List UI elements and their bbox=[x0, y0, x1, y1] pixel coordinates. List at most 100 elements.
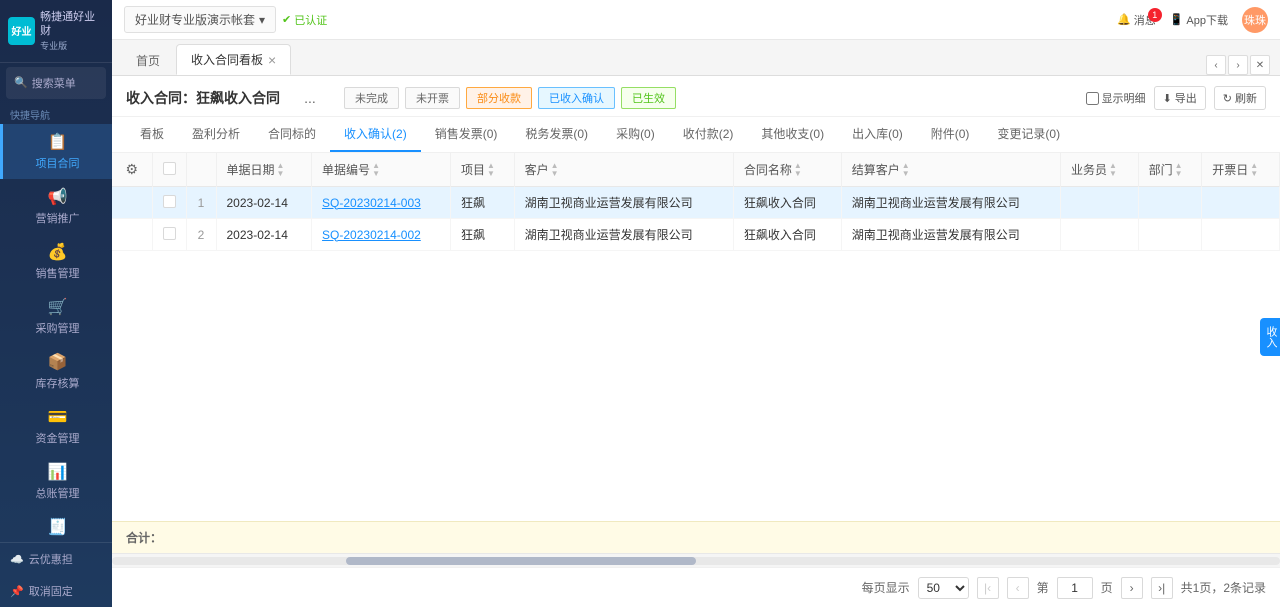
refresh-button[interactable]: ↻ 刷新 bbox=[1214, 86, 1266, 110]
col-row-num bbox=[186, 153, 216, 187]
sidebar-bottom: ☁️云优惠担📌取消固定 bbox=[0, 542, 112, 607]
check-icon: ✔ bbox=[282, 13, 291, 26]
user-avatar-button[interactable]: 珠珠 bbox=[1242, 7, 1268, 33]
page-label-post: 页 bbox=[1101, 579, 1113, 596]
sub-tab-5[interactable]: 税务发票(0) bbox=[511, 117, 602, 152]
status-tag-4[interactable]: 已生效 bbox=[621, 87, 676, 109]
sidebar-label-1: 营销推广 bbox=[36, 210, 80, 226]
tabbar: 首页 收入合同看板 × ‹ › ✕ bbox=[112, 40, 1280, 76]
row-settle-1: 湖南卫视商业运营发展有限公司 bbox=[841, 219, 1060, 251]
show-detail-checkbox[interactable] bbox=[1086, 92, 1099, 105]
status-tag-2[interactable]: 部分收款 bbox=[466, 87, 532, 109]
page-input[interactable] bbox=[1057, 577, 1093, 599]
pagination: 每页显示 50 100 |‹ ‹ 第 页 › ›| 共1页，2条记录 bbox=[112, 567, 1280, 607]
message-badge: 1 bbox=[1148, 8, 1162, 22]
page-header: 收入合同：狂飙收入合同 ... 未完成未开票部分收款已收入确认已生效 显示明细 … bbox=[112, 76, 1280, 117]
sidebar-item-5[interactable]: 💳资金管理 bbox=[0, 399, 112, 454]
page-header-right: 显示明细 ⬇ 导出 ↻ 刷新 bbox=[1086, 86, 1266, 110]
sub-tab-1[interactable]: 盈利分析 bbox=[178, 117, 254, 152]
sub-tab-8[interactable]: 其他收支(0) bbox=[747, 117, 838, 152]
sub-tab-4[interactable]: 销售发票(0) bbox=[421, 117, 512, 152]
tab-home-label: 首页 bbox=[136, 52, 160, 69]
row-gear-cell bbox=[112, 187, 152, 219]
side-float-button[interactable]: 收入 bbox=[1260, 318, 1280, 356]
page-prev-button[interactable]: ‹ bbox=[1007, 577, 1029, 599]
page-title-row: 收入合同：狂飙收入合同 ... 未完成未开票部分收款已收入确认已生效 显示明细 … bbox=[126, 86, 1266, 110]
sidebar-label-6: 总账管理 bbox=[36, 485, 80, 501]
row-customer-1: 湖南卫视商业运营发展有限公司 bbox=[514, 219, 733, 251]
tab-close-icon[interactable]: × bbox=[268, 53, 276, 67]
row-num-0: 1 bbox=[186, 187, 216, 219]
sub-tab-2[interactable]: 合同标的 bbox=[254, 117, 330, 152]
row-settle-0: 湖南卫视商业运营发展有限公司 bbox=[841, 187, 1060, 219]
tab-next-button[interactable]: › bbox=[1228, 55, 1248, 75]
sub-tab-11[interactable]: 变更记录(0) bbox=[983, 117, 1074, 152]
row-contract-0: 狂飙收入合同 bbox=[733, 187, 841, 219]
row-project-1: 狂飙 bbox=[450, 219, 514, 251]
status-tag-0[interactable]: 未完成 bbox=[344, 87, 399, 109]
table-row[interactable]: 1 2023-02-14 SQ-20230214-003 狂飙 湖南卫视商业运营… bbox=[112, 187, 1280, 219]
row-checkbox-0[interactable] bbox=[163, 195, 176, 208]
tab-contract-board[interactable]: 收入合同看板 × bbox=[176, 44, 291, 75]
sub-tab-0[interactable]: 看板 bbox=[126, 117, 178, 152]
company-selector[interactable]: 好业财专业版演示帐套 ▾ bbox=[124, 6, 276, 33]
sidebar-item-2[interactable]: 💰销售管理 bbox=[0, 234, 112, 289]
sidebar-item-4[interactable]: 📦库存核算 bbox=[0, 344, 112, 399]
scrollbar-track bbox=[112, 557, 1280, 565]
per-page-label: 每页显示 bbox=[862, 579, 910, 596]
sub-tab-7[interactable]: 收付款(2) bbox=[669, 117, 748, 152]
status-tag-3[interactable]: 已收入确认 bbox=[538, 87, 615, 109]
app-download-button[interactable]: 📱 App下载 bbox=[1170, 12, 1228, 28]
row-checkbox-1[interactable] bbox=[163, 227, 176, 240]
tab-prev-button[interactable]: ‹ bbox=[1206, 55, 1226, 75]
row-code-link-0[interactable]: SQ-20230214-003 bbox=[322, 196, 421, 210]
page-last-button[interactable]: ›| bbox=[1151, 577, 1173, 599]
sidebar-item-1[interactable]: 📢营销推广 bbox=[0, 179, 112, 234]
sidebar-icon-2: 💰 bbox=[48, 242, 68, 262]
more-actions-button[interactable]: ... bbox=[298, 86, 322, 110]
show-detail-checkbox-label[interactable]: 显示明细 bbox=[1086, 90, 1146, 106]
table-header: ⚙ 单据日期▲▼ 单据编号▲▼ 项目▲▼ bbox=[112, 153, 1280, 187]
app-logo-text: 畅捷通好业财 专业版 bbox=[40, 10, 104, 52]
content-area: 收入合同：狂飙收入合同 ... 未完成未开票部分收款已收入确认已生效 显示明细 … bbox=[112, 76, 1280, 607]
sub-tab-10[interactable]: 附件(0) bbox=[917, 117, 984, 152]
export-button[interactable]: ⬇ 导出 bbox=[1154, 86, 1206, 110]
select-all-checkbox[interactable] bbox=[163, 162, 176, 175]
sub-tab-3[interactable]: 收入确认(2) bbox=[330, 117, 421, 152]
row-dept-1 bbox=[1138, 219, 1202, 251]
sidebar-bottom-0[interactable]: ☁️云优惠担 bbox=[0, 543, 112, 575]
col-project: 项目▲▼ bbox=[450, 153, 514, 187]
sidebar-icon-7: 🧾 bbox=[48, 517, 68, 537]
table-row[interactable]: 2 2023-02-14 SQ-20230214-002 狂飙 湖南卫视商业运营… bbox=[112, 219, 1280, 251]
page-next-button[interactable]: › bbox=[1121, 577, 1143, 599]
quick-nav-label: 快捷导航 bbox=[0, 103, 112, 124]
per-page-select[interactable]: 50 100 bbox=[918, 577, 969, 599]
sub-tab-6[interactable]: 采购(0) bbox=[602, 117, 669, 152]
messages-button[interactable]: 🔔 消息 1 bbox=[1117, 12, 1156, 28]
row-code-link-1[interactable]: SQ-20230214-002 bbox=[322, 228, 421, 242]
row-code-1: SQ-20230214-002 bbox=[312, 219, 451, 251]
sidebar-bottom-label-0: 云优惠担 bbox=[29, 551, 73, 567]
sidebar-item-6[interactable]: 📊总账管理 bbox=[0, 454, 112, 509]
sidebar-search[interactable]: 🔍 搜索菜单 bbox=[6, 67, 106, 99]
sidebar-item-7[interactable]: 🧾发票管理 bbox=[0, 509, 112, 542]
sub-tab-9[interactable]: 出入库(0) bbox=[838, 117, 917, 152]
tab-home[interactable]: 首页 bbox=[122, 46, 174, 75]
data-table: ⚙ 单据日期▲▼ 单据编号▲▼ 项目▲▼ bbox=[112, 153, 1280, 251]
page-first-button[interactable]: |‹ bbox=[977, 577, 999, 599]
sidebar-item-3[interactable]: 🛒采购管理 bbox=[0, 289, 112, 344]
tab-close-all-button[interactable]: ✕ bbox=[1250, 55, 1270, 75]
row-open-date-1 bbox=[1202, 219, 1280, 251]
sidebar-logo: 好业 畅捷通好业财 专业版 bbox=[0, 0, 112, 63]
sidebar-icon-5: 💳 bbox=[48, 407, 68, 427]
row-dept-0 bbox=[1138, 187, 1202, 219]
sidebar-bottom-1[interactable]: 📌取消固定 bbox=[0, 575, 112, 607]
scrollbar-thumb[interactable] bbox=[346, 557, 696, 565]
status-tag-1[interactable]: 未开票 bbox=[405, 87, 460, 109]
row-checkbox-cell bbox=[152, 187, 186, 219]
gear-settings-icon[interactable]: ⚙ bbox=[125, 161, 138, 177]
sidebar-item-0[interactable]: 📋项目合同 bbox=[0, 124, 112, 179]
avatar: 珠珠 bbox=[1242, 7, 1268, 33]
horizontal-scrollbar[interactable] bbox=[112, 553, 1280, 567]
refresh-icon: ↻ bbox=[1223, 92, 1232, 105]
